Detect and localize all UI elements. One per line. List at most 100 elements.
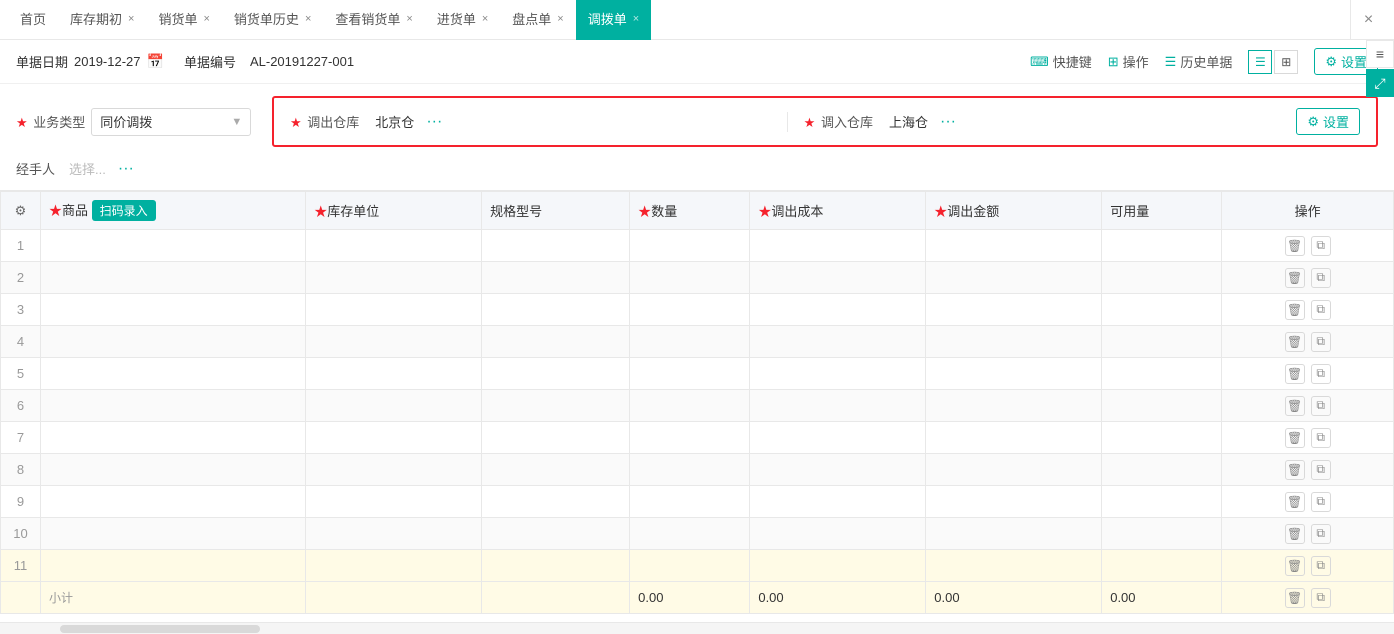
cell-unit[interactable] bbox=[306, 230, 482, 262]
cell-qty[interactable] bbox=[630, 422, 750, 454]
cell-spec[interactable] bbox=[482, 326, 630, 358]
cell-qty[interactable] bbox=[630, 518, 750, 550]
tab-close-sales-history[interactable]: × bbox=[305, 13, 311, 25]
cell-unit[interactable] bbox=[306, 454, 482, 486]
tab-close-purchase[interactable]: × bbox=[482, 13, 488, 25]
cell-cost[interactable] bbox=[750, 550, 926, 582]
cell-cost[interactable] bbox=[750, 230, 926, 262]
person-more-icon[interactable]: ··· bbox=[118, 160, 134, 178]
cell-unit[interactable] bbox=[306, 422, 482, 454]
cell-product[interactable] bbox=[41, 326, 306, 358]
cell-spec[interactable] bbox=[482, 454, 630, 486]
tab-close-transfer[interactable]: × bbox=[633, 13, 639, 25]
biz-type-input[interactable]: 同价调拨 ▼ bbox=[91, 108, 251, 136]
delete-row-button[interactable]: 🗑 bbox=[1285, 460, 1305, 480]
cell-qty[interactable] bbox=[630, 326, 750, 358]
cell-amount[interactable] bbox=[926, 230, 1102, 262]
cell-qty[interactable] bbox=[630, 550, 750, 582]
cell-product[interactable] bbox=[41, 390, 306, 422]
cell-unit[interactable] bbox=[306, 486, 482, 518]
window-close-button[interactable]: × bbox=[1350, 0, 1386, 40]
cell-product[interactable] bbox=[41, 230, 306, 262]
copy-row-button[interactable]: ⧉ bbox=[1311, 236, 1331, 256]
tab-transfer[interactable]: 调拨单 × bbox=[576, 0, 651, 40]
tab-close-sales-order[interactable]: × bbox=[203, 13, 209, 25]
cell-spec[interactable] bbox=[482, 486, 630, 518]
cell-amount[interactable] bbox=[926, 390, 1102, 422]
warehouse-settings-button[interactable]: ⚙ 设置 bbox=[1296, 108, 1360, 135]
table-header-gear[interactable]: ⚙ bbox=[1, 192, 41, 230]
view-list-button[interactable]: ☰ bbox=[1248, 50, 1272, 74]
cell-cost[interactable] bbox=[750, 390, 926, 422]
cell-spec[interactable] bbox=[482, 422, 630, 454]
cell-amount[interactable] bbox=[926, 326, 1102, 358]
horizontal-scrollbar[interactable] bbox=[0, 622, 1394, 634]
copy-row-button[interactable]: ⧉ bbox=[1311, 364, 1331, 384]
tab-close-inventory-init[interactable]: × bbox=[128, 13, 134, 25]
cell-spec[interactable] bbox=[482, 294, 630, 326]
cell-cost[interactable] bbox=[750, 454, 926, 486]
cell-cost[interactable] bbox=[750, 358, 926, 390]
tab-close-stocktake[interactable]: × bbox=[557, 13, 563, 25]
delete-row-button[interactable]: 🗑 bbox=[1285, 332, 1305, 352]
cell-qty[interactable] bbox=[630, 486, 750, 518]
delete-row-button[interactable]: 🗑 bbox=[1285, 300, 1305, 320]
expand-panel-button[interactable]: ⤢ bbox=[1366, 69, 1394, 97]
cell-amount[interactable] bbox=[926, 358, 1102, 390]
cell-cost[interactable] bbox=[750, 422, 926, 454]
tab-purchase[interactable]: 进货单 × bbox=[425, 0, 500, 40]
cell-amount[interactable] bbox=[926, 486, 1102, 518]
transfer-in-more-icon[interactable]: ··· bbox=[940, 113, 956, 131]
shortcuts-button[interactable]: ⌨ 快捷键 bbox=[1030, 52, 1092, 71]
copy-row-button[interactable]: ⧉ bbox=[1311, 396, 1331, 416]
cell-cost[interactable] bbox=[750, 518, 926, 550]
tab-sales-history[interactable]: 销货单历史 × bbox=[222, 0, 323, 40]
scan-button[interactable]: 扫码录入 bbox=[92, 200, 156, 221]
tab-view-sales[interactable]: 查看销货单 × bbox=[323, 0, 424, 40]
tab-inventory-init[interactable]: 库存期初 × bbox=[58, 0, 146, 40]
delete-row-button[interactable]: 🗑 bbox=[1285, 556, 1305, 576]
tab-sales-order[interactable]: 销货单 × bbox=[146, 0, 221, 40]
cell-qty[interactable] bbox=[630, 262, 750, 294]
tab-home[interactable]: 首页 bbox=[8, 0, 58, 40]
cell-product[interactable] bbox=[41, 422, 306, 454]
cell-product[interactable] bbox=[41, 454, 306, 486]
cell-amount[interactable] bbox=[926, 262, 1102, 294]
cell-unit[interactable] bbox=[306, 390, 482, 422]
copy-row-button[interactable]: ⧉ bbox=[1311, 492, 1331, 512]
cell-spec[interactable] bbox=[482, 358, 630, 390]
cell-unit[interactable] bbox=[306, 262, 482, 294]
cell-cost[interactable] bbox=[750, 262, 926, 294]
transfer-out-more-icon[interactable]: ··· bbox=[426, 113, 442, 131]
view-grid-button[interactable]: ⊞ bbox=[1274, 50, 1298, 74]
notes-panel-button[interactable]: ≡ bbox=[1366, 40, 1394, 68]
cell-product[interactable] bbox=[41, 294, 306, 326]
delete-row-button[interactable]: 🗑 bbox=[1285, 428, 1305, 448]
scrollbar-thumb[interactable] bbox=[60, 625, 260, 633]
delete-row-button[interactable]: 🗑 bbox=[1285, 236, 1305, 256]
cell-spec[interactable] bbox=[482, 390, 630, 422]
cell-unit[interactable] bbox=[306, 550, 482, 582]
cell-spec[interactable] bbox=[482, 518, 630, 550]
cell-qty[interactable] bbox=[630, 358, 750, 390]
copy-row-button[interactable]: ⧉ bbox=[1311, 460, 1331, 480]
cell-amount[interactable] bbox=[926, 422, 1102, 454]
cell-unit[interactable] bbox=[306, 294, 482, 326]
actions-button[interactable]: ⊞ 操作 bbox=[1108, 52, 1149, 71]
copy-row-button[interactable]: ⧉ bbox=[1311, 556, 1331, 576]
delete-row-button[interactable]: 🗑 bbox=[1285, 396, 1305, 416]
cell-cost[interactable] bbox=[750, 326, 926, 358]
cell-qty[interactable] bbox=[630, 294, 750, 326]
cell-product[interactable] bbox=[41, 262, 306, 294]
cell-product[interactable] bbox=[41, 486, 306, 518]
cell-qty[interactable] bbox=[630, 390, 750, 422]
subtotal-delete-button[interactable]: 🗑 bbox=[1285, 588, 1305, 608]
cell-amount[interactable] bbox=[926, 550, 1102, 582]
copy-row-button[interactable]: ⧉ bbox=[1311, 524, 1331, 544]
cell-amount[interactable] bbox=[926, 518, 1102, 550]
cell-product[interactable] bbox=[41, 550, 306, 582]
person-placeholder[interactable]: 选择... bbox=[69, 159, 106, 178]
delete-row-button[interactable]: 🗑 bbox=[1285, 524, 1305, 544]
cell-unit[interactable] bbox=[306, 326, 482, 358]
cell-amount[interactable] bbox=[926, 454, 1102, 486]
